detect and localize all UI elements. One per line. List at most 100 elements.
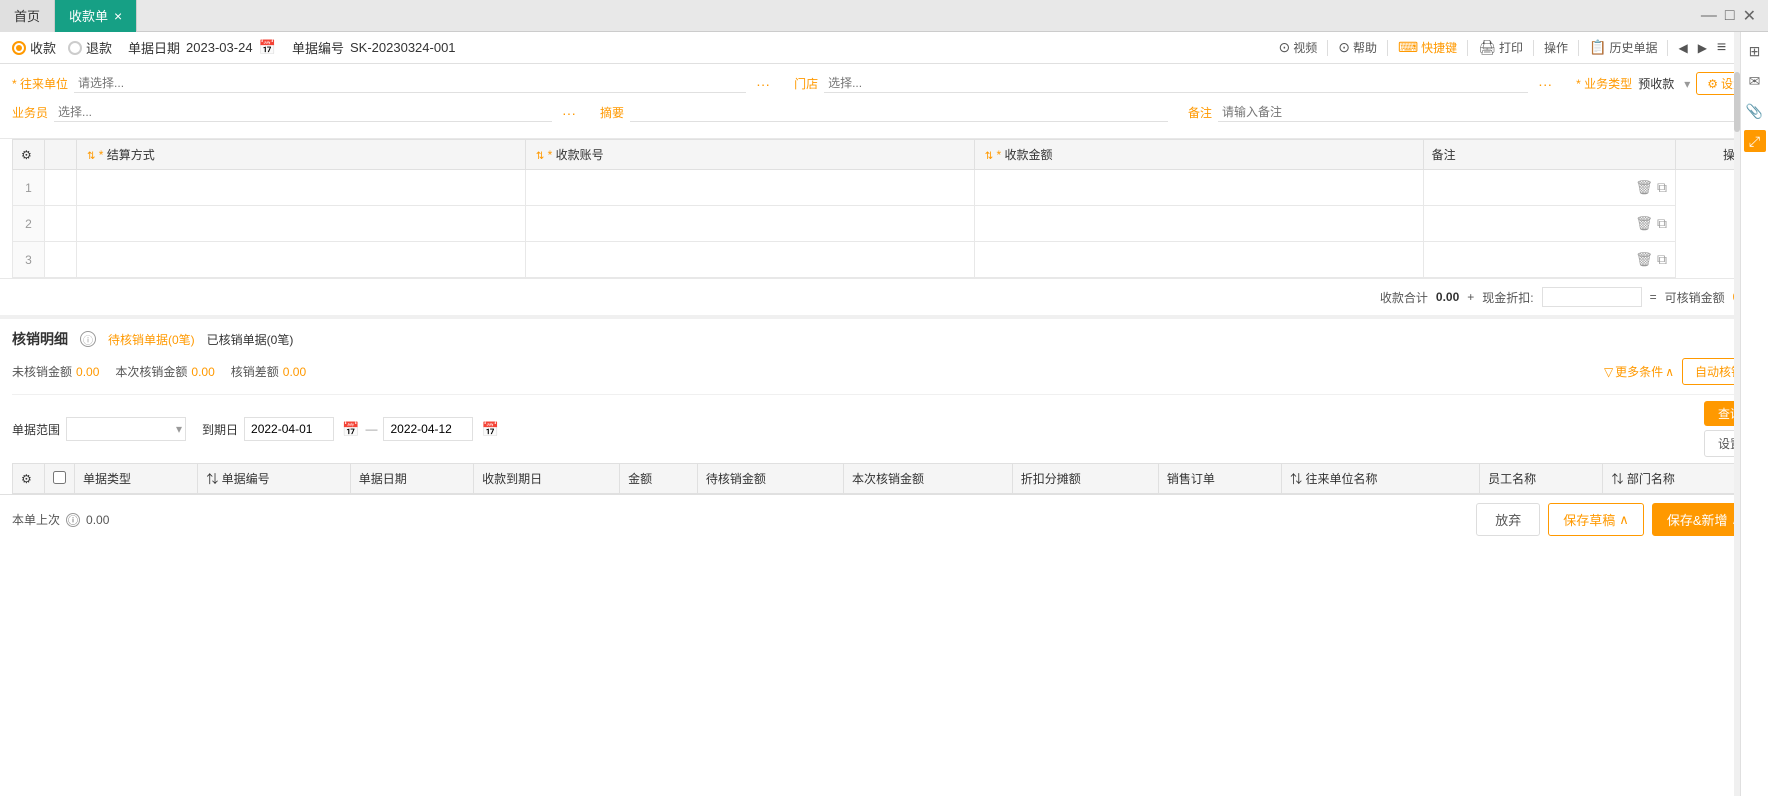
store-input[interactable] (824, 74, 1528, 93)
maximize-button[interactable]: □ (1725, 7, 1735, 25)
main-container: 收款 退款 单据日期 2023-03-24 📅 单据编号 SK-20230324… (0, 32, 1768, 796)
more-conditions-btn[interactable]: ▽ 更多条件 ∧ (1604, 363, 1674, 380)
sidebar-clip-icon[interactable]: 📎 (1744, 100, 1766, 122)
remark-input[interactable] (1218, 103, 1756, 122)
sidebar-mail-icon[interactable]: ✉ (1744, 70, 1766, 92)
sidebar-expand-icon[interactable]: ⤢ (1744, 130, 1766, 152)
bt-col-settings[interactable]: ⚙ (13, 464, 45, 494)
completed-tab[interactable]: 已核销单据(0笔) (207, 331, 294, 348)
number-field: 单据编号 SK-20230324-001 (292, 38, 456, 57)
nav-next-btn[interactable]: ▶ (1698, 41, 1707, 55)
counterpart-more-btn[interactable]: ··· (752, 76, 774, 92)
pending-tab[interactable]: 待核销单据(0笔) (108, 331, 195, 348)
date-field: 单据日期 2023-03-24 📅 (128, 38, 276, 57)
col-rownum-header (45, 140, 77, 170)
print-btn[interactable]: 🖨 打印 (1478, 39, 1523, 56)
form-row-2: 业务员 ··· 摘要 备注 (12, 103, 1756, 122)
refund-radio[interactable]: 退款 (68, 38, 112, 57)
select-all-checkbox[interactable] (53, 471, 66, 484)
row-2-remark[interactable] (974, 206, 1423, 242)
verify-toolbar: 未核销金额 0.00 本次核销金额 0.00 核销差额 0.00 ▽ 更多条件 … (12, 357, 1756, 386)
help-btn[interactable]: ⊙ 帮助 (1338, 39, 1377, 56)
row-3-copy-icon[interactable]: ⧉ (1657, 251, 1667, 268)
cal-to-icon[interactable]: 📅 (481, 421, 498, 438)
bt-col-checkbox[interactable] (45, 464, 75, 494)
refund-radio-dot (68, 41, 82, 55)
row-2-payment[interactable] (45, 206, 77, 242)
row-1-copy-icon[interactable]: ⧉ (1657, 179, 1667, 196)
video-btn[interactable]: ⊙ 视频 (1278, 39, 1317, 56)
row-1-amount[interactable] (525, 170, 974, 206)
row-1-ops: 🗑 ⧉ (1423, 170, 1675, 206)
verify-info-icon[interactable]: ⓘ (80, 331, 96, 347)
current-next-label: 本单上次 (12, 511, 60, 528)
list-view-btn[interactable]: ≡ (1717, 39, 1726, 57)
sort-icon-cp: ⇅ (1290, 472, 1302, 486)
help-icon: ⊙ (1338, 39, 1350, 56)
row-1-remark[interactable] (974, 170, 1423, 206)
range-field: 单据范围 ▾ (12, 417, 186, 441)
verify-section: 核销明细 ⓘ 待核销单据(0笔) 已核销单据(0笔) 未核销金额 0.00 本次… (0, 315, 1768, 494)
bottom-table-container: ⚙ 单据类型 ⇅ 单据编号 单据日期 收款到期日 金额 待核销金 (12, 463, 1756, 494)
minimize-button[interactable]: — (1701, 7, 1717, 25)
row-1-delete-icon[interactable]: 🗑 (1635, 179, 1653, 196)
row-1-account[interactable] (77, 170, 526, 206)
receipt-radio[interactable]: 收款 (12, 38, 56, 57)
bt-col-number: ⇅ 单据编号 (198, 464, 350, 494)
form-row-1: * 往来单位 ··· 门店 ··· * 业务类型 预收款 ▾ ⚙ 设置 (12, 72, 1756, 95)
row-1-payment[interactable] (45, 170, 77, 206)
row-3-amount[interactable] (525, 242, 974, 278)
row-3-remark[interactable] (974, 242, 1423, 278)
history-btn[interactable]: 📋 历史单据 (1589, 39, 1657, 56)
tab-receipt[interactable]: 收款单 × (55, 0, 137, 32)
operation-label: 操作 (1544, 39, 1568, 56)
cal-from-icon[interactable]: 📅 (342, 421, 359, 438)
operation-btn[interactable]: 操作 (1544, 39, 1568, 56)
col-settings-header[interactable]: ⚙ (13, 140, 45, 170)
settings-icon: ⚙ (21, 148, 32, 162)
counterpart-input[interactable] (74, 74, 746, 93)
row-3-payment[interactable] (45, 242, 77, 278)
row-2-account[interactable] (77, 206, 526, 242)
range-select[interactable] (66, 417, 186, 441)
toolbar-right: ⊙ 视频 ⊙ 帮助 ⌨ 快捷键 🖨 打印 操作 (1278, 38, 1756, 57)
row-2-copy-icon[interactable]: ⧉ (1657, 215, 1667, 232)
discard-button[interactable]: 放弃 (1476, 503, 1540, 536)
counterpart-label: * 往来单位 (12, 75, 68, 92)
row-2-ops: 🗑 ⧉ (1423, 206, 1675, 242)
gear-icon: ⚙ (1707, 77, 1718, 91)
salesman-more-btn[interactable]: ··· (558, 105, 580, 121)
shortcut-btn[interactable]: ⌨ 快捷键 (1398, 39, 1457, 56)
close-button[interactable]: ✕ (1743, 6, 1756, 26)
row-3-account[interactable] (77, 242, 526, 278)
footer-left: 本单上次 ⓘ 0.00 (12, 511, 109, 528)
receipt-radio-label: 收款 (30, 38, 56, 57)
row-2-amount[interactable] (525, 206, 974, 242)
cash-discount-input[interactable] (1542, 287, 1642, 307)
row-2-num: 2 (13, 206, 45, 242)
tab-receipt-close[interactable]: × (114, 8, 122, 24)
table-container: ⚙ ⇅ * 结算方式 ⇅ * 收款账号 ⇅ * (0, 139, 1768, 278)
date-calendar-icon[interactable]: 📅 (259, 39, 276, 56)
biz-type-dropdown-icon[interactable]: ▾ (1684, 77, 1690, 91)
tab-home-label: 首页 (14, 6, 40, 25)
nav-prev-btn[interactable]: ◀ (1678, 41, 1687, 55)
store-more-btn[interactable]: ··· (1534, 76, 1556, 92)
salesman-input[interactable] (54, 103, 552, 122)
row-3-delete-icon[interactable]: 🗑 (1635, 251, 1653, 268)
date-from-input[interactable] (244, 417, 334, 441)
tab-home[interactable]: 首页 (0, 0, 55, 32)
save-draft-button[interactable]: 保存草稿 ∧ (1548, 503, 1644, 536)
bt-col-current: 本次核销金额 (843, 464, 1012, 494)
receipt-table: ⚙ ⇅ * 结算方式 ⇅ * 收款账号 ⇅ * (12, 139, 1756, 278)
collection-total-label: 收款合计 (1380, 289, 1428, 306)
date-to-input[interactable] (383, 417, 473, 441)
filter-icon: ▽ (1604, 365, 1613, 379)
row-2-delete-icon[interactable]: 🗑 (1635, 215, 1653, 232)
sidebar-table-icon[interactable]: ⊞ (1744, 40, 1766, 62)
date-label: 单据日期 (128, 38, 180, 57)
divider-3 (1467, 40, 1468, 56)
summary-input[interactable] (630, 103, 1168, 122)
cash-discount-label: 现金折扣: (1482, 289, 1533, 306)
date-sep: — (365, 422, 377, 436)
